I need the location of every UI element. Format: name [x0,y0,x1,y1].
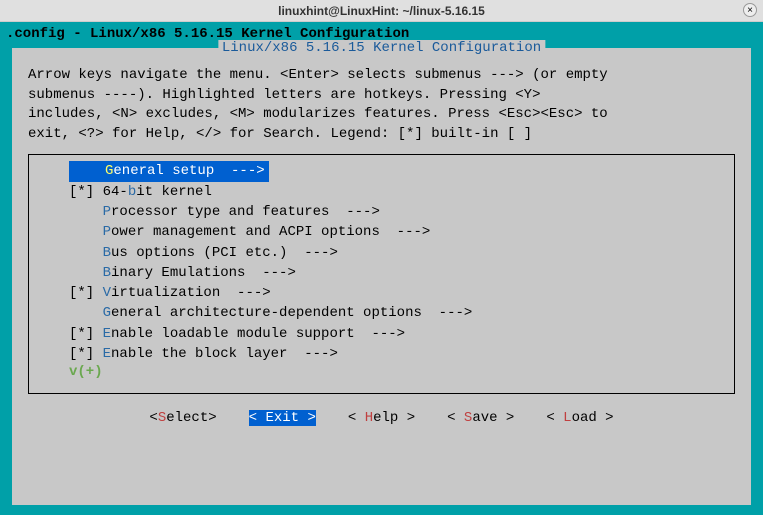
help-line: includes, <N> excludes, <M> modularizes … [28,105,735,125]
help-text: Arrow keys navigate the menu. <Enter> se… [28,66,735,144]
config-panel: Linux/x86 5.16.15 Kernel Configuration A… [12,48,751,505]
select-button[interactable]: <Select> [149,410,216,426]
save-button[interactable]: < Save > [447,410,514,426]
menu-item-block-layer[interactable]: [*] Enable the block layer ---> [29,344,734,364]
menu-item-general-setup[interactable]: General setup ---> [29,161,734,181]
window-title: linuxhint@LinuxHint: ~/linux-5.16.15 [278,4,485,18]
help-line: exit, <?> for Help, </> for Search. Lege… [28,125,735,145]
help-line: Arrow keys navigate the menu. <Enter> se… [28,66,735,86]
menu-item-bus[interactable]: Bus options (PCI etc.) ---> [29,243,734,263]
terminal-area: .config - Linux/x86 5.16.15 Kernel Confi… [0,22,763,515]
help-button[interactable]: < Help > [348,410,415,426]
menu-item-loadable-modules[interactable]: [*] Enable loadable module support ---> [29,324,734,344]
scroll-down-indicator: v(+) [29,364,734,380]
window-titlebar: linuxhint@LinuxHint: ~/linux-5.16.15 × [0,0,763,22]
menu-item-processor[interactable]: Processor type and features ---> [29,202,734,222]
menu-item-power[interactable]: Power management and ACPI options ---> [29,222,734,242]
load-button[interactable]: < Load > [546,410,613,426]
button-bar: <Select> < Exit > < Help > < Save > < Lo… [28,410,735,426]
menu-item-arch-options[interactable]: General architecture-dependent options -… [29,303,734,323]
menu-list: General setup ---> [*] 64-bit kernel Pro… [28,154,735,394]
menu-item-64bit-kernel[interactable]: [*] 64-bit kernel [29,182,734,202]
exit-button[interactable]: < Exit > [249,410,316,426]
menu-item-binary-emu[interactable]: Binary Emulations ---> [29,263,734,283]
close-icon[interactable]: × [743,3,757,17]
menu-item-virtualization[interactable]: [*] Virtualization ---> [29,283,734,303]
help-line: submenus ----). Highlighted letters are … [28,86,735,106]
panel-title: Linux/x86 5.16.15 Kernel Configuration [218,40,545,56]
